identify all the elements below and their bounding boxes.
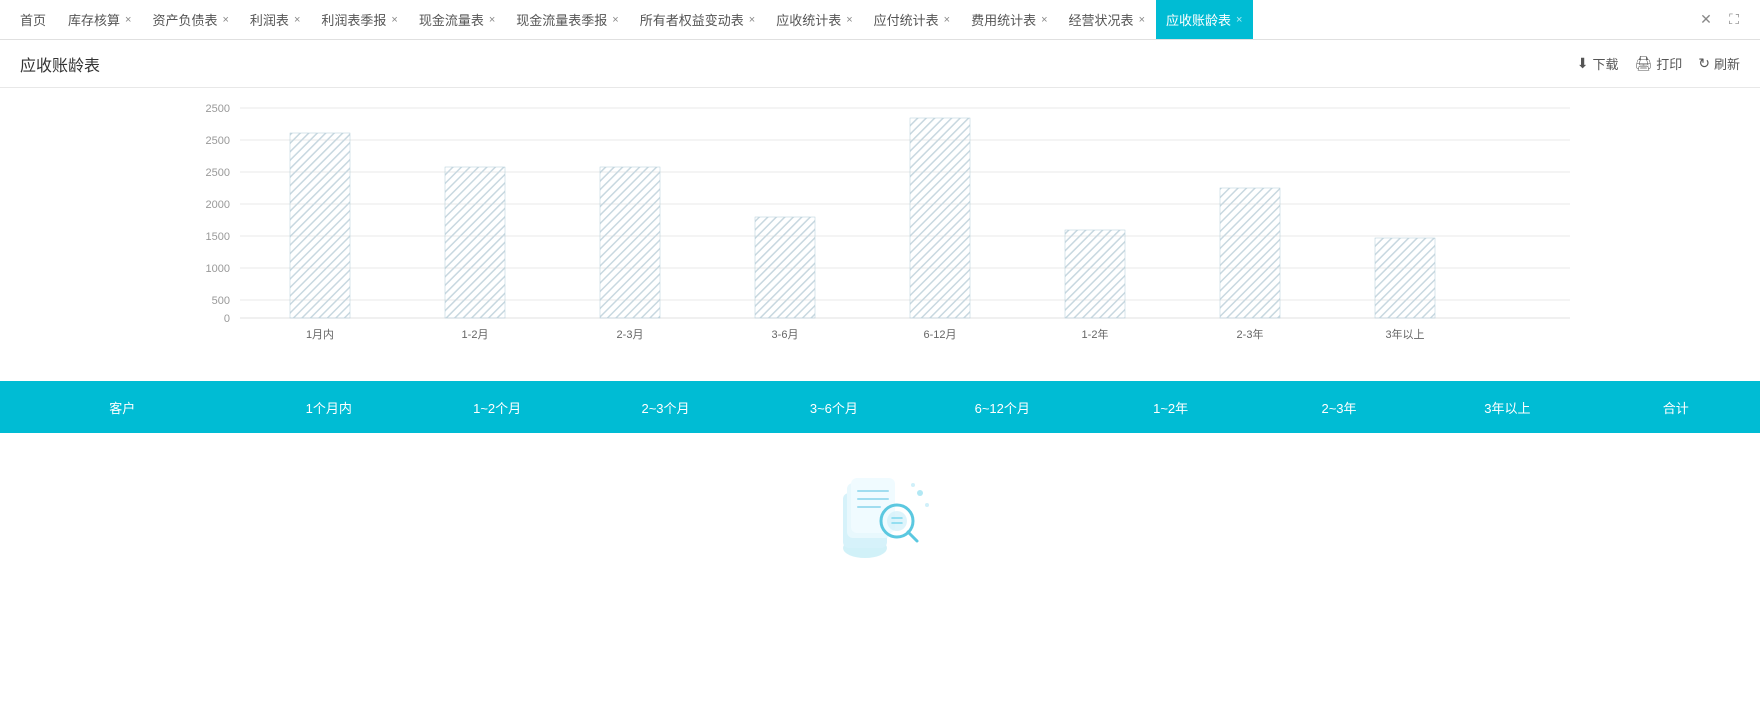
tab-item-12[interactable]: 应收账龄表 ×: [1156, 0, 1253, 40]
download-icon: ⬇: [1577, 55, 1589, 72]
refresh-button[interactable]: ↻ 刷新: [1698, 54, 1740, 73]
table-header-cell-2: 1~2个月: [413, 398, 581, 417]
table-header-cell-8: 3年以上: [1423, 398, 1591, 417]
tab-home-label: 首页: [20, 10, 46, 29]
svg-text:3-6月: 3-6月: [772, 329, 799, 341]
tab-label: 应收统计表: [776, 10, 841, 29]
table-header-cell-3: 2~3个月: [581, 398, 749, 417]
tab-label: 现金流量表季报: [516, 10, 607, 29]
svg-text:6-12月: 6-12月: [923, 329, 956, 341]
tab-close-icon[interactable]: ×: [391, 14, 397, 26]
svg-text:2-3月: 2-3月: [617, 329, 644, 341]
bar-1-2年: [1065, 230, 1125, 318]
table-header-cell-1: 1个月内: [245, 398, 413, 417]
window-controls: ✕ ⛶: [1688, 10, 1752, 30]
tab-close-icon[interactable]: ×: [125, 14, 131, 26]
table-header: 客户1个月内1~2个月2~3个月3~6个月6~12个月1~2年2~3年3年以上合…: [0, 381, 1760, 433]
tab-item-4[interactable]: 利润表季报 ×: [311, 0, 408, 40]
empty-state: [0, 433, 1760, 563]
tab-close-icon[interactable]: ×: [1236, 14, 1242, 26]
header-actions: ⬇ 下载 🖨 打印 ↻ 刷新: [1577, 54, 1740, 73]
svg-text:1月内: 1月内: [306, 327, 334, 341]
maximize-window-button[interactable]: ⛶: [1724, 10, 1744, 30]
tab-label: 经营状况表: [1069, 10, 1134, 29]
tab-label: 所有者权益变动表: [640, 10, 744, 29]
svg-text:0: 0: [224, 313, 230, 325]
table-header-cell-7: 2~3年: [1255, 398, 1423, 417]
download-button[interactable]: ⬇ 下载: [1577, 54, 1619, 73]
tab-bar: 首页 库存核算×资产负债表×利润表×利润表季报×现金流量表×现金流量表季报×所有…: [0, 0, 1760, 40]
svg-text:500: 500: [212, 295, 230, 307]
print-label: 打印: [1656, 54, 1682, 73]
svg-text:1-2年: 1-2年: [1082, 327, 1109, 341]
print-icon: 🖨: [1634, 55, 1652, 72]
tab-label: 应付统计表: [874, 10, 939, 29]
tab-label: 应收账龄表: [1166, 10, 1231, 29]
tab-label: 现金流量表: [419, 10, 484, 29]
tab-close-icon[interactable]: ×: [489, 14, 495, 26]
tab-item-6[interactable]: 现金流量表季报 ×: [506, 0, 629, 40]
bar-3-6月: [755, 217, 815, 318]
print-button[interactable]: 🖨 打印: [1634, 54, 1682, 73]
tab-item-8[interactable]: 应收统计表 ×: [766, 0, 863, 40]
svg-text:2-3年: 2-3年: [1237, 327, 1264, 341]
table-header-cell-6: 1~2年: [1086, 398, 1254, 417]
tab-close-icon[interactable]: ×: [1139, 14, 1145, 26]
close-window-button[interactable]: ✕: [1696, 10, 1716, 30]
table-header-cell-5: 6~12个月: [918, 398, 1086, 417]
svg-text:2000: 2000: [206, 199, 230, 211]
table-header-cell-0: 客户: [0, 398, 245, 417]
tab-item-7[interactable]: 所有者权益变动表 ×: [630, 0, 766, 40]
tab-item-5[interactable]: 现金流量表 ×: [409, 0, 506, 40]
tab-item-2[interactable]: 资产负债表 ×: [142, 0, 239, 40]
tab-close-icon[interactable]: ×: [846, 14, 852, 26]
tab-close-icon[interactable]: ×: [222, 14, 228, 26]
bar-1-2月: [445, 167, 505, 318]
tab-label: 利润表季报: [321, 10, 386, 29]
download-label: 下载: [1592, 54, 1618, 73]
svg-text:1-2月: 1-2月: [462, 329, 489, 341]
svg-text:2500: 2500: [206, 135, 230, 147]
tab-close-icon[interactable]: ×: [1041, 14, 1047, 26]
refresh-label: 刷新: [1714, 54, 1740, 73]
tab-item-3[interactable]: 利润表 ×: [240, 0, 311, 40]
tab-item-1[interactable]: 库存核算 ×: [58, 0, 142, 40]
svg-text:1500: 1500: [206, 231, 230, 243]
table-header-cell-4: 3~6个月: [750, 398, 918, 417]
svg-text:2500: 2500: [206, 103, 230, 115]
bar-2-3月: [600, 167, 660, 318]
tab-close-icon[interactable]: ×: [294, 14, 300, 26]
page-header: 应收账龄表 ⬇ 下载 🖨 打印 ↻ 刷新: [0, 40, 1760, 88]
tab-home[interactable]: 首页: [8, 0, 58, 40]
tab-label: 库存核算: [68, 10, 120, 29]
bar-3年以上: [1375, 238, 1435, 318]
table-header-cell-9: 合计: [1592, 398, 1760, 417]
tab-close-icon[interactable]: ×: [612, 14, 618, 26]
tab-label: 费用统计表: [971, 10, 1036, 29]
empty-state-icon: [825, 463, 935, 563]
bar-chart: 2500 2500 2500 2000 1500 1000 500 0 1月内 …: [40, 98, 1740, 358]
tab-item-11[interactable]: 经营状况表 ×: [1059, 0, 1156, 40]
tab-item-9[interactable]: 应付统计表 ×: [864, 0, 961, 40]
svg-text:2500: 2500: [206, 167, 230, 179]
tab-close-icon[interactable]: ×: [749, 14, 755, 26]
svg-text:1000: 1000: [206, 263, 230, 275]
tab-item-10[interactable]: 费用统计表 ×: [961, 0, 1058, 40]
bar-6-12月: [910, 118, 970, 318]
tab-label: 利润表: [250, 10, 289, 29]
tab-label: 资产负债表: [152, 10, 217, 29]
tab-close-icon[interactable]: ×: [944, 14, 950, 26]
refresh-icon: ↻: [1698, 55, 1710, 72]
chart-section: 2500 2500 2500 2000 1500 1000 500 0 1月内 …: [0, 88, 1760, 381]
page-title: 应收账龄表: [20, 52, 100, 76]
bar-1月内: [290, 133, 350, 318]
main-content: 2500 2500 2500 2000 1500 1000 500 0 1月内 …: [0, 88, 1760, 720]
bar-2-3年: [1220, 188, 1280, 318]
svg-text:3年以上: 3年以上: [1385, 327, 1424, 341]
